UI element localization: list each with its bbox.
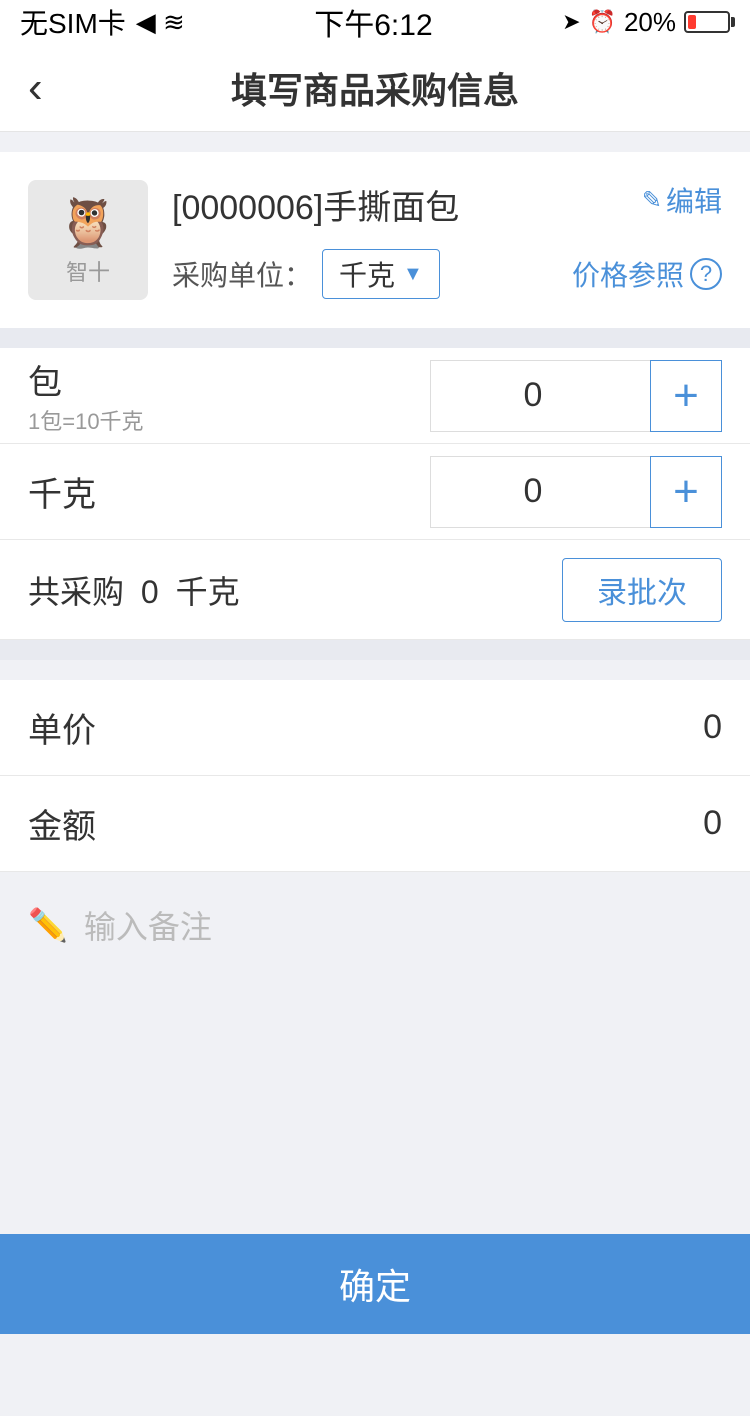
help-icon: ? (690, 258, 722, 290)
pencil-icon: ✏️ (28, 906, 68, 944)
bag-input-wrapper: + (430, 360, 722, 432)
unit-price-value: 0 (703, 708, 722, 747)
unit-value: 千克 (339, 254, 395, 294)
input-section: 包 1包=10千克 + 千克 + (0, 348, 750, 640)
amount-label: 金额 (28, 799, 96, 848)
product-name: [0000006]手撕面包 (172, 180, 459, 229)
price-ref-label: 价格参照 (572, 254, 684, 294)
alarm-icon: ⏰ (589, 9, 616, 35)
wifi-icon: ◀ ≋ (136, 7, 185, 38)
summary-row: 共采购 0 千克 录批次 (0, 540, 750, 640)
amount-row: 金额 0 (0, 776, 750, 872)
kg-input-wrapper: + (430, 456, 722, 528)
unit-price-label: 单价 (28, 703, 96, 752)
bag-plus-button[interactable]: + (650, 360, 722, 432)
product-header: [0000006]手撕面包 ✎ 编辑 (172, 180, 722, 229)
product-card: 🦉 智十 [0000006]手撕面包 ✎ 编辑 采购单位： 千克 ▼ (0, 152, 750, 328)
location-icon: ➤ (562, 9, 580, 35)
notes-section[interactable]: ✏️ 输入备注 (0, 874, 750, 976)
status-left: 无SIM卡 ◀ ≋ (20, 2, 185, 42)
bag-quantity-input[interactable] (430, 360, 650, 432)
confirm-label: 确定 (339, 1258, 411, 1310)
unit-selector-group: 采购单位： 千克 ▼ (172, 249, 440, 299)
summary-unit: 千克 (176, 574, 240, 610)
confirm-button[interactable]: 确定 (0, 1234, 750, 1334)
status-bar: 无SIM卡 ◀ ≋ 下午6:12 ➤ ⏰ 20% (0, 0, 750, 44)
edit-icon: ✎ (642, 186, 662, 215)
sim-label: 无SIM卡 (20, 2, 126, 42)
amount-value: 0 (703, 804, 722, 843)
summary-amount: 0 (141, 574, 159, 610)
kg-label: 千克 (28, 467, 148, 516)
plus-icon: + (673, 371, 699, 421)
price-reference-button[interactable]: 价格参照 ? (572, 254, 722, 294)
product-image: 🦉 智十 (28, 180, 148, 300)
kg-plus-icon: + (673, 467, 699, 517)
product-info: [0000006]手撕面包 ✎ 编辑 采购单位： 千克 ▼ 价格参照 ? (172, 180, 722, 299)
divider-2 (0, 640, 750, 660)
kg-quantity-input[interactable] (430, 456, 650, 528)
unit-select[interactable]: 千克 ▼ (322, 249, 440, 299)
notes-placeholder: 输入备注 (84, 902, 212, 948)
page-title: 填写商品采购信息 (231, 62, 519, 114)
price-section: 单价 0 金额 0 (0, 680, 750, 872)
battery-percent: 20% (624, 7, 676, 38)
summary-prefix: 共采购 (28, 574, 124, 610)
unit-label: 采购单位： (172, 254, 312, 294)
kg-plus-button[interactable]: + (650, 456, 722, 528)
kg-label-group: 千克 (28, 467, 148, 516)
summary-text-group: 共采购 0 千克 (28, 567, 240, 613)
divider-1 (0, 328, 750, 348)
batch-button[interactable]: 录批次 (562, 558, 722, 622)
batch-label: 录批次 (597, 568, 687, 612)
edit-label: 编辑 (666, 180, 722, 220)
owl-icon: 🦉 (58, 194, 118, 251)
bag-label-group: 包 1包=10千克 (28, 355, 148, 436)
kg-input-row: 千克 + (0, 444, 750, 540)
bag-input-row: 包 1包=10千克 + (0, 348, 750, 444)
bag-label: 包 (28, 355, 148, 404)
unit-price-row: 单价 0 (0, 680, 750, 776)
back-button[interactable]: ‹ (28, 66, 43, 110)
status-time: 下午6:12 (314, 0, 432, 44)
product-unit-row: 采购单位： 千克 ▼ 价格参照 ? (172, 249, 722, 299)
battery-indicator (684, 11, 730, 33)
dropdown-icon: ▼ (403, 263, 423, 286)
owl-text: 智十 (66, 255, 110, 287)
edit-button[interactable]: ✎ 编辑 (642, 180, 722, 220)
status-right: ➤ ⏰ 20% (562, 7, 730, 38)
bag-sub-label: 1包=10千克 (28, 404, 148, 436)
nav-bar: ‹ 填写商品采购信息 (0, 44, 750, 132)
